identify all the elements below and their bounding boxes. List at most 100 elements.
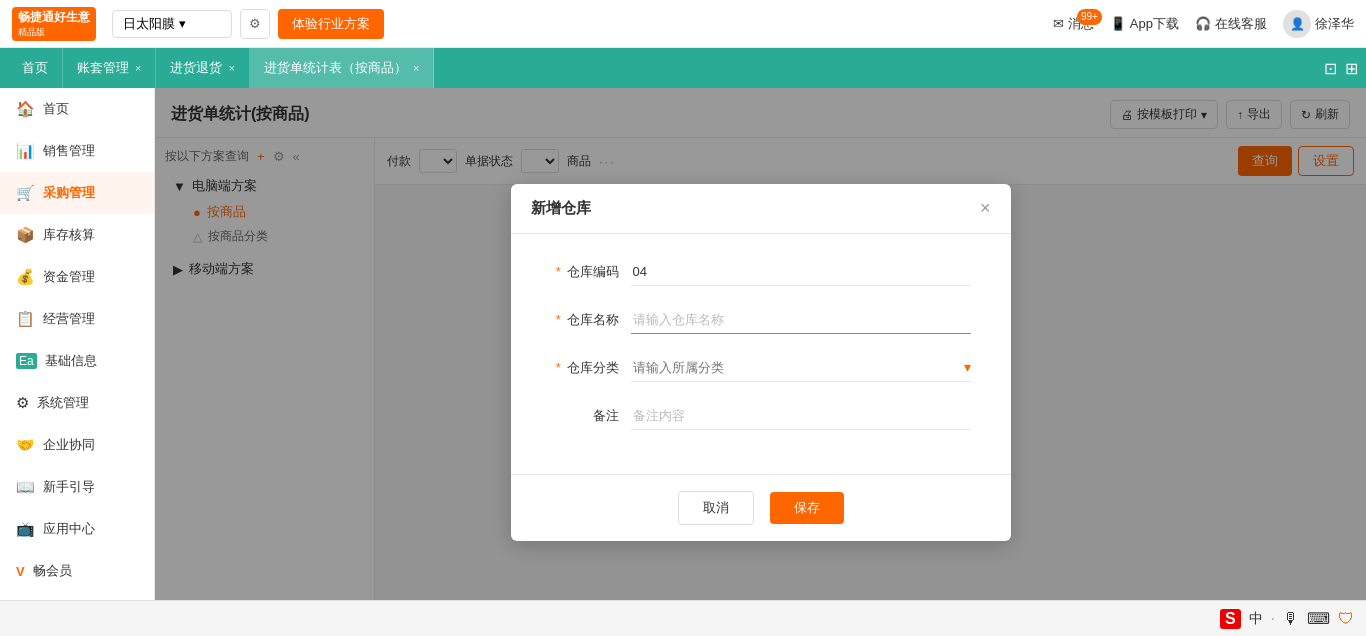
warehouse-code-input[interactable] (631, 258, 971, 286)
headset-icon: 🎧 (1195, 16, 1211, 31)
cancel-button[interactable]: 取消 (678, 491, 754, 525)
sidebar-vip-label: 畅会员 (33, 562, 72, 580)
chevron-down-icon: ▾ (179, 16, 186, 31)
required-star-category: * (556, 360, 561, 375)
warehouse-name-input[interactable] (631, 306, 971, 334)
sidebar-item-inventory[interactable]: 📦 库存核算 (0, 214, 154, 256)
save-button[interactable]: 保存 (770, 492, 844, 524)
sidebar-operations-label: 经营管理 (43, 310, 95, 328)
gear-button[interactable]: ⚙ (240, 9, 270, 39)
sidebar-item-app[interactable]: 📺 应用中心 (0, 508, 154, 550)
sidebar-system-label: 系统管理 (37, 394, 89, 412)
enterprise-icon: 🤝 (16, 436, 35, 454)
modal-body: * 仓库编码 * 仓库名称 (511, 234, 1011, 474)
tab-home-label: 首页 (22, 59, 48, 77)
sidebar-item-home[interactable]: 🏠 首页 (0, 88, 154, 130)
form-row-code: * 仓库编码 (551, 258, 971, 286)
modal-title: 新增仓库 (531, 199, 591, 218)
sidebar-item-vip[interactable]: V 畅会员 (0, 550, 154, 592)
operations-icon: 📋 (16, 310, 35, 328)
logo-sub: 精品版 (18, 26, 90, 39)
guide-icon: 📖 (16, 478, 35, 496)
sidebar-item-sales[interactable]: 📊 销售管理 (0, 130, 154, 172)
sidebar-item-finance[interactable]: 💰 资金管理 (0, 256, 154, 298)
modal-footer: 取消 保存 (511, 474, 1011, 541)
mic-icon[interactable]: 🎙 (1283, 610, 1299, 628)
logo-area: 畅捷通好生意 精品版 (12, 7, 96, 41)
app-icon: 📺 (16, 520, 35, 538)
sidebar-basic-info-label: 基础信息 (45, 352, 97, 370)
gear-icon: ⚙ (249, 16, 261, 31)
message-badge: 99+ (1077, 9, 1102, 25)
shop-name: 日太阳膜 (123, 15, 175, 33)
sidebar-home-label: 首页 (43, 100, 69, 118)
sidebar-inventory-label: 库存核算 (43, 226, 95, 244)
tab-purchase-return-label: 进货退货 (170, 59, 222, 77)
sidebar-finance-label: 资金管理 (43, 268, 95, 286)
dot-separator: · (1271, 610, 1275, 628)
modal-backdrop: 新增仓库 × * 仓库编码 * (155, 88, 1366, 636)
required-star-name: * (556, 312, 561, 327)
mobile-icon: 📱 (1110, 16, 1126, 31)
avatar: 👤 (1283, 10, 1311, 38)
warehouse-category-input[interactable] (631, 354, 964, 381)
purchase-icon: 🛒 (16, 184, 35, 202)
warehouse-category-wrap: ▾ (631, 354, 971, 382)
inventory-icon: 📦 (16, 226, 35, 244)
sidebar: 🏠 首页 📊 销售管理 🛒 采购管理 📦 库存核算 💰 资金管理 📋 经营管理 … (0, 88, 155, 636)
user-item[interactable]: 👤 徐泽华 (1283, 10, 1354, 38)
main-layout: 🏠 首页 📊 销售管理 🛒 采购管理 📦 库存核算 💰 资金管理 📋 经营管理 … (0, 88, 1366, 636)
online-service-item[interactable]: 🎧 在线客服 (1195, 15, 1267, 33)
bottom-bar: S 中 · 🎙 ⌨ 🛡 (0, 600, 1366, 636)
system-icon: ⚙ (16, 394, 29, 412)
sidebar-item-guide[interactable]: 📖 新手引导 (0, 466, 154, 508)
sidebar-guide-label: 新手引导 (43, 478, 95, 496)
sidebar-item-basic-info[interactable]: Ea 基础信息 (0, 340, 154, 382)
warehouse-remark-input[interactable] (631, 402, 971, 430)
sidebar-item-system[interactable]: ⚙ 系统管理 (0, 382, 154, 424)
sidebar-item-enterprise[interactable]: 🤝 企业协同 (0, 424, 154, 466)
sidebar-item-purchase[interactable]: 🛒 采购管理 (0, 172, 154, 214)
chinese-icon[interactable]: 中 (1249, 610, 1263, 628)
shop-selector[interactable]: 日太阳膜 ▾ (112, 10, 232, 38)
tab-restore-icon[interactable]: ⊡ (1324, 59, 1337, 78)
trial-button[interactable]: 体验行业方案 (278, 9, 384, 39)
sidebar-app-label: 应用中心 (43, 520, 95, 538)
form-label-category: * 仓库分类 (551, 359, 631, 377)
online-service-label: 在线客服 (1215, 15, 1267, 33)
nav-tabs: 首页 账套管理 × 进货退货 × 进货单统计表（按商品） × ⊡ ⊞ (0, 48, 1366, 88)
form-row-remark: 备注 (551, 402, 971, 430)
top-right: ✉ 消息 99+ 📱 App下载 🎧 在线客服 👤 徐泽华 (1053, 10, 1354, 38)
modal-close-button[interactable]: × (980, 198, 991, 219)
keyboard-icon[interactable]: ⌨ (1307, 609, 1330, 628)
sidebar-sales-label: 销售管理 (43, 142, 95, 160)
form-label-name: * 仓库名称 (551, 311, 631, 329)
messages-item[interactable]: ✉ 消息 99+ (1053, 15, 1094, 33)
tab-purchase-stats-label: 进货单统计表（按商品） (264, 59, 407, 77)
category-dropdown-arrow[interactable]: ▾ (964, 359, 971, 375)
tab-purchase-return-close[interactable]: × (228, 62, 234, 74)
form-label-remark: 备注 (551, 407, 631, 425)
tab-account-close[interactable]: × (135, 62, 141, 74)
form-row-name: * 仓库名称 (551, 306, 971, 334)
tab-account[interactable]: 账套管理 × (63, 48, 156, 88)
shield-icon[interactable]: 🛡 (1338, 610, 1354, 628)
sales-icon: 📊 (16, 142, 35, 160)
sidebar-item-operations[interactable]: 📋 经营管理 (0, 298, 154, 340)
vip-icon: V (16, 564, 25, 579)
tab-expand-icon[interactable]: ⊞ (1345, 59, 1358, 78)
message-icon: ✉ (1053, 16, 1064, 31)
user-name: 徐泽华 (1315, 15, 1354, 33)
content-area: 进货单统计(按商品) 🖨 按模板打印 ▾ ↑ 导出 ↻ 刷新 (155, 88, 1366, 636)
tab-actions: ⊡ ⊞ (1324, 59, 1358, 78)
basic-info-icon: Ea (16, 353, 37, 369)
tab-purchase-return[interactable]: 进货退货 × (156, 48, 249, 88)
required-star-code: * (556, 264, 561, 279)
s-icon[interactable]: S (1220, 609, 1241, 629)
tab-purchase-stats[interactable]: 进货单统计表（按商品） × (250, 48, 434, 88)
tab-home[interactable]: 首页 (8, 48, 63, 88)
sidebar-enterprise-label: 企业协同 (43, 436, 95, 454)
tab-purchase-stats-close[interactable]: × (413, 62, 419, 74)
modal-header: 新增仓库 × (511, 184, 1011, 234)
app-download-item[interactable]: 📱 App下载 (1110, 15, 1179, 33)
